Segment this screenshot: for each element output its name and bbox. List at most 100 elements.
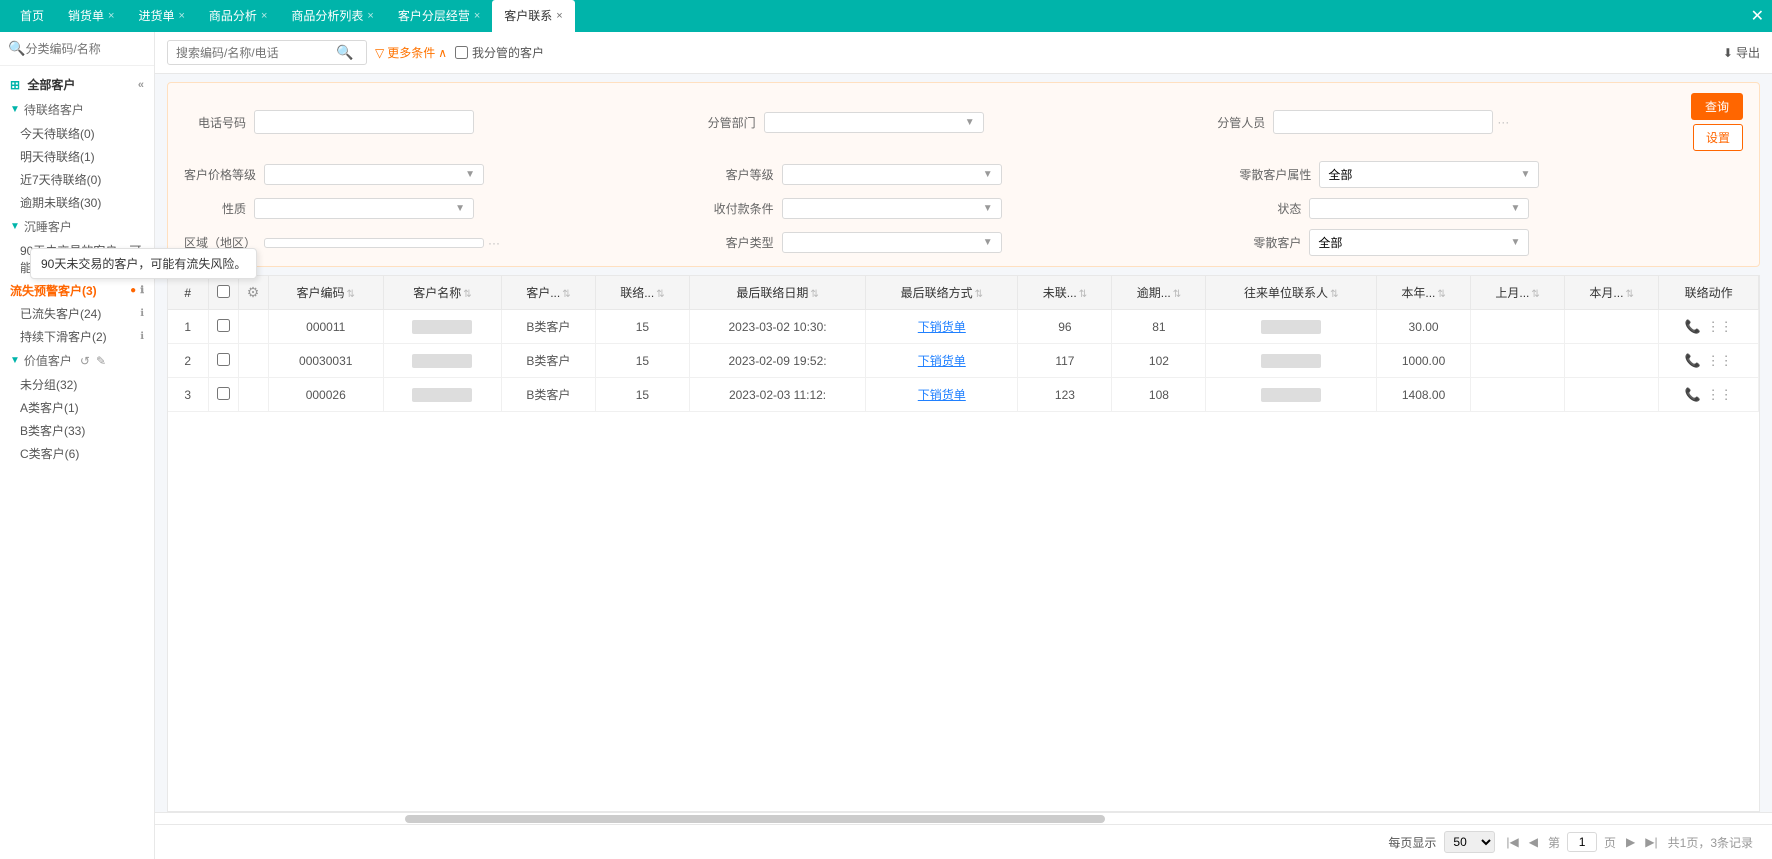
- more-action-icon[interactable]: ⋮⋮: [1707, 353, 1733, 369]
- tab-customer-contact-close[interactable]: ×: [556, 0, 562, 32]
- row-checkbox[interactable]: [217, 353, 230, 366]
- sidebar-item-today-contact[interactable]: 今天待联络(0): [0, 122, 154, 145]
- filter-customer-type-select[interactable]: ▼: [782, 232, 1002, 253]
- col-settings[interactable]: ⚙: [238, 276, 268, 310]
- search-input[interactable]: [176, 46, 336, 60]
- more-filter-button[interactable]: ▽ 更多条件 ∧: [375, 44, 447, 61]
- last-page-button[interactable]: ▶|: [1642, 835, 1660, 849]
- horizontal-scrollbar[interactable]: [155, 812, 1772, 824]
- cell-checkbox[interactable]: [208, 344, 238, 378]
- col-uncontacted[interactable]: 未联...⇅: [1018, 276, 1112, 310]
- col-last-contact-method[interactable]: 最后联络方式⇅: [866, 276, 1018, 310]
- sidebar-item-churn-warning[interactable]: 流失预警客户(3) ● ℹ: [0, 279, 154, 302]
- col-contact[interactable]: 联络...⇅: [595, 276, 689, 310]
- contact-action-icon[interactable]: 📞: [1684, 387, 1700, 403]
- cell-overdue: 81: [1112, 310, 1206, 344]
- sidebar-search-input[interactable]: [25, 42, 155, 56]
- sidebar-all-customers[interactable]: ⊞ 全部客户 «: [0, 72, 154, 97]
- action-icons: 📞 ⋮⋮: [1667, 319, 1750, 335]
- sidebar-item-c-customers[interactable]: C类客户(6): [0, 442, 154, 465]
- tab-purchase-order[interactable]: 进货单 ×: [126, 0, 196, 32]
- cell-last-contact-method[interactable]: 下销货单: [866, 378, 1018, 412]
- tab-customer-segment[interactable]: 客户分层经营 ×: [386, 0, 492, 32]
- select-all-checkbox[interactable]: [217, 285, 230, 298]
- table-settings-icon[interactable]: ⚙: [247, 284, 260, 300]
- cell-overdue: 102: [1112, 344, 1206, 378]
- dots-icon[interactable]: ···: [1497, 115, 1509, 129]
- col-last-month[interactable]: 上月...⇅: [1471, 276, 1565, 310]
- sidebar-item-7day-contact[interactable]: 近7天待联络(0): [0, 168, 154, 191]
- tab-sales-order[interactable]: 销货单 ×: [56, 0, 126, 32]
- filter-phone-input[interactable]: [254, 110, 474, 134]
- per-page-select[interactable]: 50 20 100: [1444, 831, 1495, 853]
- tab-product-analysis[interactable]: 商品分析 ×: [197, 0, 279, 32]
- chevron-down-icon-8: ▼: [983, 237, 993, 248]
- contact-action-icon[interactable]: 📞: [1684, 353, 1700, 369]
- tab-home[interactable]: 首页: [8, 0, 56, 32]
- first-page-button[interactable]: |◀: [1503, 835, 1521, 849]
- tab-product-analysis-list[interactable]: 商品分析列表 ×: [279, 0, 385, 32]
- col-customer-type[interactable]: 客户...⇅: [501, 276, 595, 310]
- col-last-contact-method-label: 最后联络方式: [901, 286, 973, 300]
- filter-customer-level-select[interactable]: ▼: [782, 164, 1002, 185]
- col-contact-person[interactable]: 往来单位联系人⇅: [1206, 276, 1377, 310]
- col-customer-code[interactable]: 客户编码⇅: [268, 276, 383, 310]
- settings-button[interactable]: 设置: [1693, 124, 1743, 151]
- row-checkbox[interactable]: [217, 319, 230, 332]
- sidebar-group-value-customers[interactable]: ▼ 价值客户 ↺ ✎: [0, 348, 154, 373]
- sidebar-search-icon: 🔍: [8, 40, 25, 57]
- query-button[interactable]: 查询: [1691, 93, 1743, 120]
- sidebar-item-tomorrow-contact[interactable]: 明天待联络(1): [0, 145, 154, 168]
- filter-region-select[interactable]: [264, 238, 484, 248]
- filter-price-level-select[interactable]: ▼: [264, 164, 484, 185]
- region-dots-icon[interactable]: ···: [488, 236, 500, 250]
- refresh-icon[interactable]: ↺: [80, 354, 90, 368]
- search-icon-btn[interactable]: 🔍: [336, 44, 353, 61]
- sidebar-item-tomorrow-label: 明天待联络(1): [20, 148, 144, 165]
- filter-retail-attr-select[interactable]: 全部 ▼: [1319, 161, 1539, 188]
- sidebar-item-b-customers[interactable]: B类客户(33): [0, 419, 154, 442]
- more-action-icon[interactable]: ⋮⋮: [1707, 319, 1733, 335]
- col-customer-name[interactable]: 客户名称⇅: [383, 276, 501, 310]
- prev-page-button[interactable]: ◀: [1526, 835, 1541, 849]
- edit-icon[interactable]: ✎: [96, 354, 106, 368]
- cell-last-contact-method[interactable]: 下销货单: [866, 310, 1018, 344]
- col-overdue[interactable]: 逾期...⇅: [1112, 276, 1206, 310]
- col-checkbox[interactable]: [208, 276, 238, 310]
- tab-product-analysis-list-close[interactable]: ×: [367, 0, 373, 32]
- tab-sales-order-close[interactable]: ×: [108, 0, 114, 32]
- sidebar-group-dormant[interactable]: ▼ 沉睡客户: [0, 214, 154, 239]
- sidebar-item-lost-customers[interactable]: 已流失客户(24) ℹ: [0, 302, 154, 325]
- tab-purchase-order-close[interactable]: ×: [178, 0, 184, 32]
- sidebar-item-overdue-contact[interactable]: 逾期未联络(30): [0, 191, 154, 214]
- col-this-year[interactable]: 本年...⇅: [1377, 276, 1471, 310]
- col-last-contact-date[interactable]: 最后联络日期⇅: [689, 276, 865, 310]
- more-action-icon[interactable]: ⋮⋮: [1707, 387, 1733, 403]
- scrollbar-thumb[interactable]: [405, 815, 1105, 823]
- sidebar-item-declining-customers[interactable]: 持续下滑客户(2) ℹ: [0, 325, 154, 348]
- tab-customer-segment-close[interactable]: ×: [474, 0, 480, 32]
- filter-person-input[interactable]: [1273, 110, 1493, 134]
- filter-payment-select[interactable]: ▼: [782, 198, 1002, 219]
- cell-checkbox[interactable]: [208, 310, 238, 344]
- export-button[interactable]: ⬇ 导出: [1723, 44, 1760, 61]
- my-customers-checkbox[interactable]: [455, 46, 468, 59]
- cell-last-contact-method[interactable]: 下销货单: [866, 344, 1018, 378]
- page-number-input[interactable]: [1567, 832, 1597, 852]
- cell-checkbox[interactable]: [208, 378, 238, 412]
- sidebar-group-pending-contact[interactable]: ▼ 待联络客户: [0, 97, 154, 122]
- col-this-month[interactable]: 本月...⇅: [1565, 276, 1659, 310]
- next-page-button[interactable]: ▶: [1623, 835, 1638, 849]
- tab-product-analysis-close[interactable]: ×: [261, 0, 267, 32]
- row-checkbox[interactable]: [217, 387, 230, 400]
- tab-customer-contact[interactable]: 客户联系 ×: [492, 0, 574, 32]
- tab-purchase-order-label: 进货单: [138, 0, 174, 32]
- contact-action-icon[interactable]: 📞: [1684, 319, 1700, 335]
- sidebar-item-ungrouped[interactable]: 未分组(32): [0, 373, 154, 396]
- sidebar-item-a-customers[interactable]: A类客户(1): [0, 396, 154, 419]
- filter-nature-select[interactable]: ▼: [254, 198, 474, 219]
- filter-status-select[interactable]: ▼: [1309, 198, 1529, 219]
- close-window-button[interactable]: ✕: [1751, 6, 1764, 26]
- filter-dept-select[interactable]: ▼: [764, 112, 984, 133]
- filter-retail-customer-select[interactable]: 全部 ▼: [1309, 229, 1529, 256]
